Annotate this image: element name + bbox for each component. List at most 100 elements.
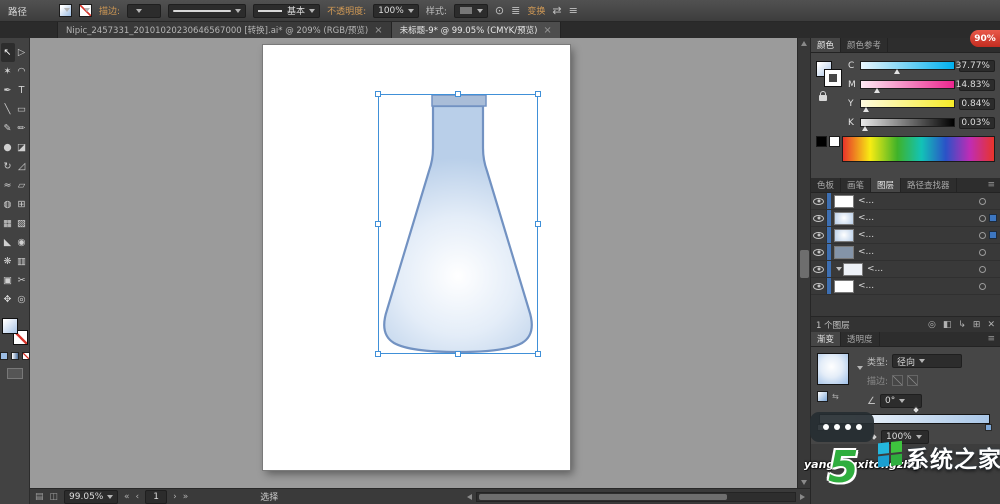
lasso-tool[interactable]: ◠	[15, 62, 29, 81]
tab-swatches[interactable]: 色板	[811, 178, 842, 192]
control-menu-icon[interactable]: ≡	[569, 4, 578, 17]
target-circle-icon[interactable]	[979, 248, 986, 256]
gradient-type-select[interactable]: 径向	[892, 354, 963, 368]
black-swatch[interactable]	[816, 136, 827, 147]
stroke-gradient-within-icon[interactable]	[892, 375, 904, 386]
scroll-down-icon[interactable]	[801, 480, 807, 485]
transform-link[interactable]: 变换	[527, 4, 545, 17]
opacity-link[interactable]: 不透明度:	[327, 4, 366, 17]
slider-thumb-icon[interactable]	[861, 126, 868, 131]
gradient-thumbnail[interactable]	[817, 353, 849, 385]
magic-wand-tool[interactable]: ✶	[1, 62, 15, 81]
perspective-grid-tool[interactable]: ⊞	[15, 195, 29, 214]
mesh-tool[interactable]: ▦	[1, 214, 15, 233]
slice-tool[interactable]: ✂	[15, 271, 29, 290]
stroke-link[interactable]: 描边:	[99, 4, 120, 17]
reverse-gradient-icon[interactable]: ⇆	[832, 392, 839, 401]
scroll-left-icon[interactable]	[467, 493, 472, 500]
brush-definition-select[interactable]	[168, 3, 247, 18]
panel-menu-icon[interactable]: ≡	[982, 178, 1000, 192]
layer-name[interactable]: <...	[858, 247, 979, 257]
black-slider[interactable]	[860, 118, 955, 131]
eraser-tool[interactable]: ◪	[15, 138, 29, 157]
close-icon[interactable]: ×	[543, 25, 551, 36]
frames-icon[interactable]: ◫	[50, 492, 59, 502]
prev-artboard-icon[interactable]: ‹	[136, 492, 140, 502]
tab-transparency[interactable]: 透明度	[841, 332, 880, 346]
tab-gradient[interactable]: 渐变	[811, 332, 842, 346]
target-circle-icon[interactable]	[979, 265, 986, 273]
expand-caret-icon[interactable]	[834, 267, 843, 271]
magenta-value-field[interactable]: 14.83%	[956, 78, 995, 91]
zoom-select[interactable]: 99.05%	[64, 489, 119, 504]
panel-menu-icon[interactable]: ≡	[982, 332, 1000, 346]
black-value-field[interactable]: 0.03%	[959, 116, 995, 129]
shape-builder-tool[interactable]: ◍	[1, 195, 15, 214]
canvas-area[interactable]	[30, 38, 797, 488]
fill-proxy-chip[interactable]	[1, 318, 18, 334]
selection-indicator[interactable]	[989, 231, 997, 239]
fill-stroke-proxy[interactable]	[1, 318, 28, 345]
next-artboard-icon[interactable]: ›	[173, 492, 177, 502]
layer-row[interactable]: <...	[811, 193, 1000, 210]
target-circle-icon[interactable]	[979, 197, 986, 205]
gradient-mode-button[interactable]	[10, 352, 19, 360]
width-tool[interactable]: ≈	[1, 176, 15, 195]
target-circle-icon[interactable]	[979, 214, 986, 222]
gradient-fill-chip[interactable]	[817, 391, 828, 402]
layer-row[interactable]: <...	[811, 227, 1000, 244]
color-fill-stroke-proxy[interactable]	[816, 59, 843, 121]
gradient-stop-end[interactable]	[985, 424, 992, 431]
stroke-style-select[interactable]: 基本	[253, 3, 321, 18]
selection-indicator[interactable]	[989, 214, 997, 222]
blend-tool[interactable]: ◉	[15, 233, 29, 252]
visibility-toggle[interactable]	[811, 244, 827, 260]
horizontal-scroll-track[interactable]	[476, 491, 796, 502]
artboard-tool[interactable]: ▣	[1, 271, 15, 290]
layer-row[interactable]: <...	[811, 210, 1000, 227]
artboard-number-field[interactable]: 1	[145, 489, 168, 504]
column-graph-tool[interactable]: ▥	[15, 252, 29, 271]
tab-color[interactable]: 颜色	[811, 38, 842, 52]
scroll-right-icon[interactable]	[800, 493, 805, 500]
paintbrush-tool[interactable]: ✎	[1, 119, 15, 138]
cyan-slider[interactable]	[860, 61, 955, 74]
target-circle-icon[interactable]	[979, 282, 986, 290]
layer-row[interactable]: <...	[811, 261, 1000, 278]
stroke-color-chip[interactable]	[79, 4, 92, 17]
yellow-slider[interactable]	[860, 99, 955, 112]
white-swatch[interactable]	[829, 136, 840, 147]
recolor-artwork-icon[interactable]: ⊙	[495, 4, 504, 17]
layer-name[interactable]: <...	[858, 213, 979, 223]
style-select[interactable]	[453, 3, 488, 18]
horizontal-scrollbar[interactable]	[467, 491, 805, 503]
opacity-select[interactable]: 100%	[373, 3, 419, 18]
target-circle-icon[interactable]	[979, 231, 986, 239]
direct-selection-tool[interactable]: ▷	[15, 43, 29, 62]
selection-tool[interactable]: ↖	[0, 43, 15, 62]
first-artboard-icon[interactable]: «	[124, 492, 130, 502]
free-transform-tool[interactable]: ▱	[15, 176, 29, 195]
cyan-value-field[interactable]: 37.77%	[956, 59, 995, 72]
gradient-presets-caret-icon[interactable]	[853, 363, 863, 374]
document-tab-2[interactable]: 未标题-9* @ 99.05% (CMYK/预览) ×	[391, 22, 561, 38]
scroll-up-icon[interactable]	[801, 41, 807, 46]
blob-brush-tool[interactable]: ●	[1, 138, 15, 157]
visibility-toggle[interactable]	[811, 210, 827, 226]
close-icon[interactable]: ×	[374, 25, 382, 36]
magenta-slider[interactable]	[860, 80, 955, 93]
vertical-scrollbar[interactable]	[797, 38, 810, 488]
pencil-tool[interactable]: ✏	[15, 119, 29, 138]
layer-row[interactable]: <...	[811, 244, 1000, 261]
document-tab-1[interactable]: Nipic_2457331_20101020230646567000 [转换].…	[58, 22, 392, 38]
tab-layers[interactable]: 图层	[871, 178, 902, 192]
screen-mode-button[interactable]	[6, 368, 23, 379]
new-sublayer-icon[interactable]: ↳	[958, 320, 966, 330]
layer-name[interactable]: <...	[858, 196, 979, 206]
gradient-stop-start[interactable]	[817, 424, 824, 431]
delete-layer-icon[interactable]: ✕	[987, 320, 995, 330]
tab-color-guide[interactable]: 颜色参考	[841, 38, 889, 52]
gradient-slider[interactable]	[817, 405, 992, 431]
visibility-toggle[interactable]	[811, 261, 827, 277]
hand-tool[interactable]: ✥	[1, 290, 15, 309]
